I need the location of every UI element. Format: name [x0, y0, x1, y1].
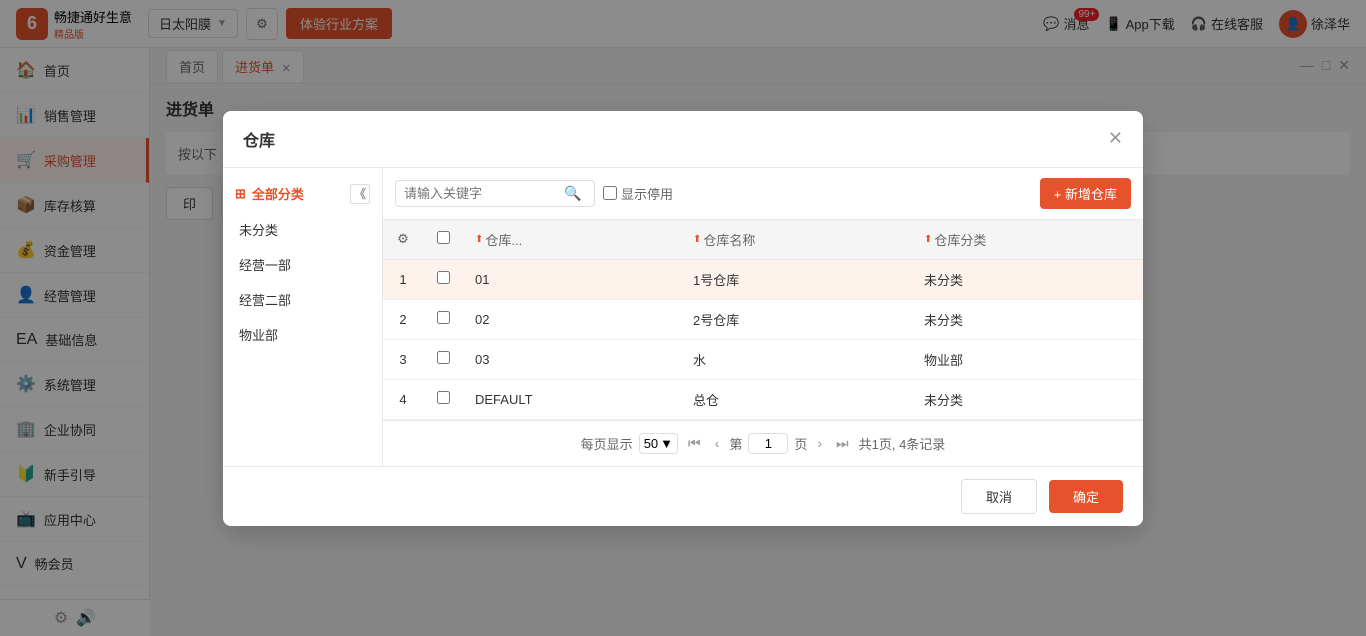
row-gear: 4: [383, 379, 423, 419]
show-disabled-label[interactable]: 显示停用: [603, 184, 673, 203]
page-info: 共1页, 4条记录: [859, 434, 946, 453]
category-item-property[interactable]: 物业部: [223, 317, 382, 352]
row-gear: 1: [383, 259, 423, 299]
show-disabled-checkbox[interactable]: [603, 186, 617, 200]
search-input[interactable]: [404, 186, 564, 201]
last-page-button[interactable]: ⏭: [832, 433, 853, 454]
th-code: ⬆ 仓库...: [463, 220, 681, 260]
table-row[interactable]: 1 01 1号仓库 未分类: [383, 259, 1143, 299]
row-code: 02: [463, 299, 681, 339]
category-item-operations1[interactable]: 经营一部: [223, 247, 382, 282]
row-name: 总仓: [681, 379, 912, 419]
grid-icon: ⊞: [235, 186, 246, 202]
per-page-select[interactable]: 50 ▼: [639, 433, 678, 454]
table-area: 🔍 显示停用 + 新增仓库 ⚙: [383, 168, 1143, 466]
table-header: ⚙ ⬆ 仓库... ⬆: [383, 220, 1143, 260]
table-row[interactable]: 3 03 水 物业部: [383, 339, 1143, 379]
row-checkbox[interactable]: [423, 339, 463, 379]
row-checkbox[interactable]: [423, 259, 463, 299]
row-code: DEFAULT: [463, 379, 681, 419]
search-icon[interactable]: 🔍: [564, 185, 581, 202]
table-row[interactable]: 2 02 2号仓库 未分类: [383, 299, 1143, 339]
pagination: 每页显示 50 ▼ ⏮ ‹ 第 页 › ⏭ 共1页, 4条记录: [383, 420, 1143, 466]
row-category: 未分类: [912, 259, 1143, 299]
modal-overlay: 仓库 ✕ ⊞ 全部分类 《 未分类 经营一部 经营二部 物业部: [0, 0, 1366, 636]
dialog-footer: 取消 确定: [223, 466, 1143, 526]
sort-icon-code: ⬆: [475, 234, 483, 245]
dialog-header: 仓库 ✕: [223, 111, 1143, 168]
dialog-title: 仓库: [243, 127, 275, 151]
row-name: 水: [681, 339, 912, 379]
category-header[interactable]: ⊞ 全部分类 《: [223, 176, 382, 212]
first-page-button[interactable]: ⏮: [684, 433, 705, 454]
next-page-button[interactable]: ›: [813, 433, 826, 453]
table-body: 1 01 1号仓库 未分类 2 02 2号仓库: [383, 259, 1143, 419]
warehouse-table: ⚙ ⬆ 仓库... ⬆: [383, 220, 1143, 420]
sort-icon-name: ⬆: [693, 234, 701, 245]
th-checkbox: [423, 220, 463, 260]
category-item-unclassified[interactable]: 未分类: [223, 212, 382, 247]
row-code: 01: [463, 259, 681, 299]
row-checkbox[interactable]: [423, 379, 463, 419]
confirm-button[interactable]: 确定: [1049, 480, 1123, 513]
sort-icon-category: ⬆: [924, 234, 932, 245]
dialog-body: ⊞ 全部分类 《 未分类 经营一部 经营二部 物业部 🔍: [223, 168, 1143, 466]
row-gear: 2: [383, 299, 423, 339]
table-wrap: ⚙ ⬆ 仓库... ⬆: [383, 220, 1143, 420]
row-category: 未分类: [912, 379, 1143, 419]
dialog-close-button[interactable]: ✕: [1108, 128, 1123, 149]
prev-page-button[interactable]: ‹: [711, 433, 724, 453]
category-sidebar: ⊞ 全部分类 《 未分类 经营一部 经营二部 物业部: [223, 168, 383, 466]
table-toolbar: 🔍 显示停用 + 新增仓库: [383, 168, 1143, 220]
category-item-operations2[interactable]: 经营二部: [223, 282, 382, 317]
row-name: 1号仓库: [681, 259, 912, 299]
collapse-category-button[interactable]: 《: [350, 184, 370, 204]
page-number-input[interactable]: [748, 433, 788, 454]
row-category: 未分类: [912, 299, 1143, 339]
table-row[interactable]: 4 DEFAULT 总仓 未分类: [383, 379, 1143, 419]
row-name: 2号仓库: [681, 299, 912, 339]
th-gear: ⚙: [383, 220, 423, 260]
select-all-checkbox[interactable]: [437, 231, 450, 244]
add-warehouse-button[interactable]: + 新增仓库: [1040, 178, 1131, 209]
row-code: 03: [463, 339, 681, 379]
th-name: ⬆ 仓库名称: [681, 220, 912, 260]
search-wrap: 🔍: [395, 180, 595, 207]
row-category: 物业部: [912, 339, 1143, 379]
th-category: ⬆ 仓库分类: [912, 220, 1143, 260]
cancel-button[interactable]: 取消: [961, 479, 1037, 514]
row-checkbox[interactable]: [423, 299, 463, 339]
row-gear: 3: [383, 339, 423, 379]
warehouse-dialog: 仓库 ✕ ⊞ 全部分类 《 未分类 经营一部 经营二部 物业部: [223, 111, 1143, 526]
